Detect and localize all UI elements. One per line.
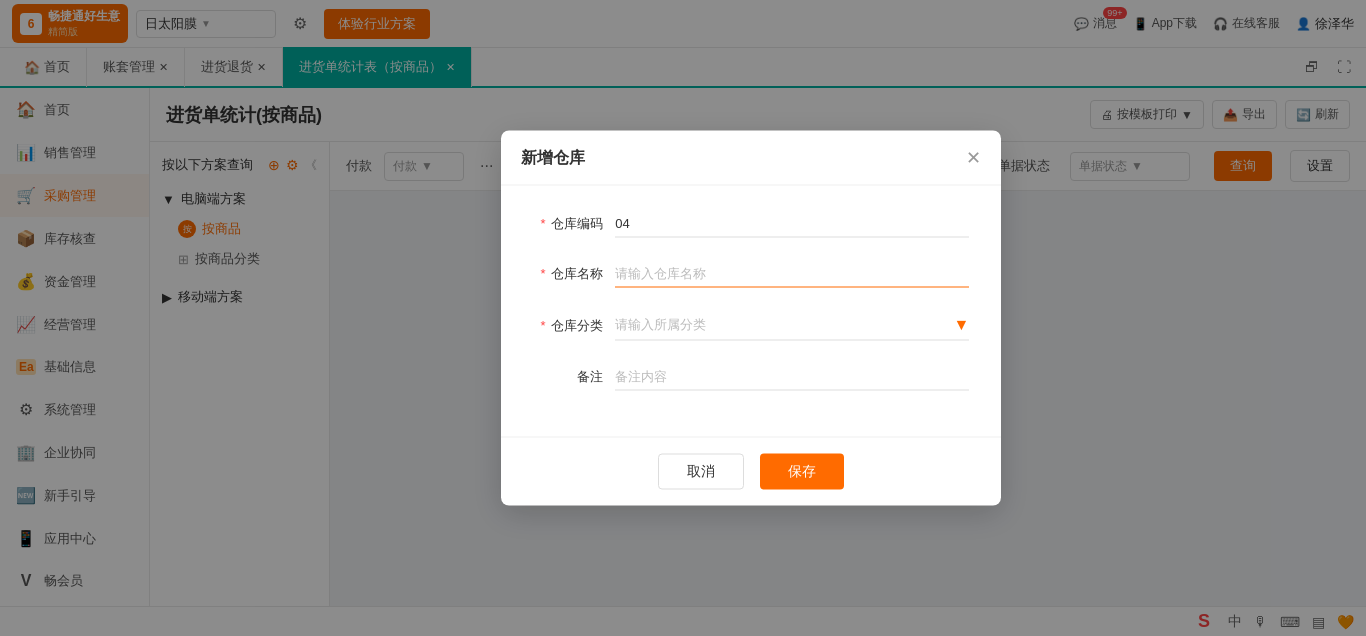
- form-label-name: * 仓库名称: [533, 265, 603, 283]
- warehouse-remark-input[interactable]: [615, 363, 969, 391]
- form-row-category: * 仓库分类 请输入所属分类 ▼: [533, 310, 969, 341]
- category-placeholder: 请输入所属分类: [615, 316, 953, 334]
- modal-close-button[interactable]: ✕: [966, 147, 981, 169]
- modal-body: * 仓库编码 * 仓库名称 * 仓库分类 请输入所属分类 ▼: [501, 186, 1001, 437]
- category-arrow-icon: ▼: [953, 316, 969, 334]
- modal-footer: 取消 保存: [501, 437, 1001, 506]
- warehouse-name-input[interactable]: [615, 260, 969, 288]
- warehouse-category-select[interactable]: 请输入所属分类 ▼: [615, 310, 969, 341]
- required-star-code: *: [541, 216, 546, 231]
- required-star-category: *: [541, 317, 546, 332]
- add-warehouse-modal: 新增仓库 ✕ * 仓库编码 * 仓库名称 * 仓库分类: [501, 131, 1001, 506]
- form-label-category: * 仓库分类: [533, 316, 603, 334]
- form-label-code: * 仓库编码: [533, 215, 603, 233]
- warehouse-code-input[interactable]: [615, 210, 969, 238]
- form-label-remark: 备注: [533, 368, 603, 386]
- modal-title: 新增仓库: [521, 147, 585, 168]
- required-star-name: *: [541, 266, 546, 281]
- form-row-name: * 仓库名称: [533, 260, 969, 288]
- form-row-remark: 备注: [533, 363, 969, 391]
- modal-header: 新增仓库 ✕: [501, 131, 1001, 186]
- cancel-button[interactable]: 取消: [658, 454, 744, 490]
- save-button[interactable]: 保存: [760, 454, 844, 490]
- form-row-code: * 仓库编码: [533, 210, 969, 238]
